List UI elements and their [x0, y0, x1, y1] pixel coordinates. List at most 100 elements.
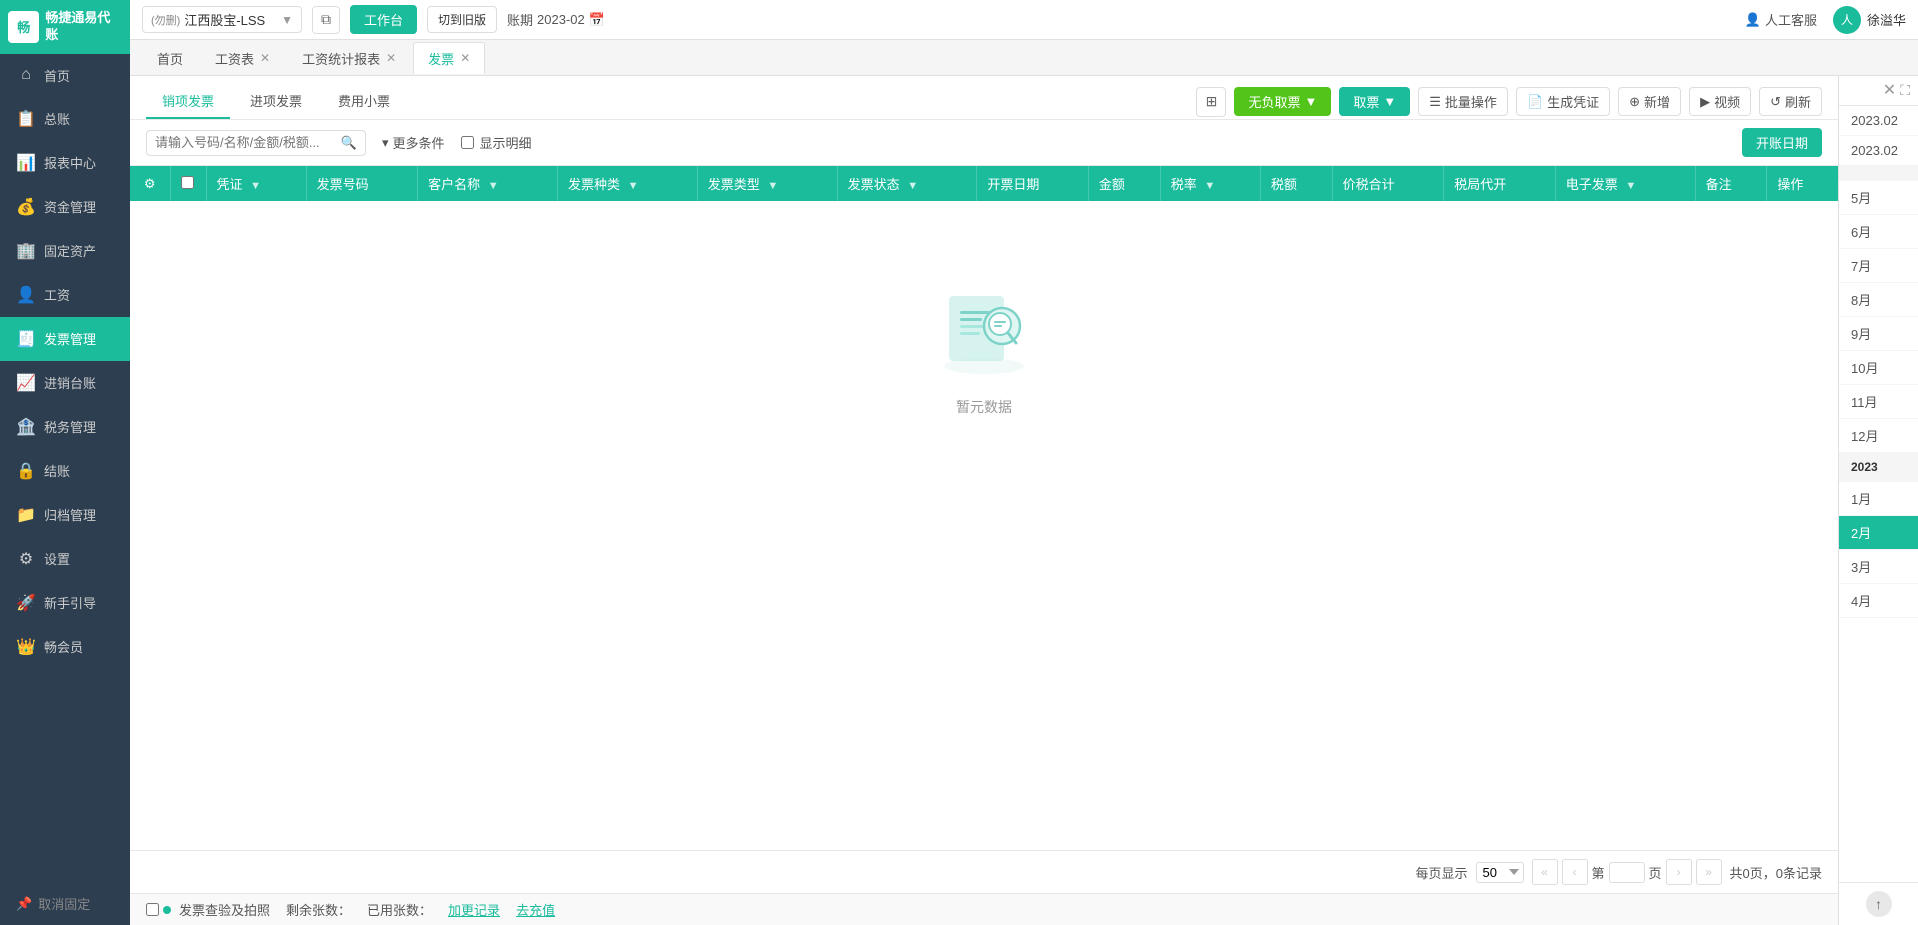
sidebar-item-close[interactable]: 🔒 结账 — [0, 449, 130, 493]
subtab-sales[interactable]: 销项发票 — [146, 84, 230, 119]
sidebar-unpin[interactable]: 📌 取消固定 — [0, 882, 130, 925]
company-selector[interactable]: (勿删) 江西股宝-LSS ▼ — [142, 6, 302, 33]
cat-filter-icon[interactable]: ▼ — [767, 180, 778, 192]
date-item-jun[interactable]: 6月 — [1839, 215, 1918, 249]
sidebar-item-sales[interactable]: 📈 进销台账 — [0, 361, 130, 405]
sidebar-item-member[interactable]: 👑 畅会员 — [0, 625, 130, 669]
tab-salary-stats-close[interactable]: ✕ — [386, 51, 396, 65]
th-voucher[interactable]: 凭证 ▼ — [206, 166, 306, 201]
more-filter-label: 更多条件 — [393, 133, 445, 152]
th-e-invoice[interactable]: 电子发票 ▼ — [1555, 166, 1695, 201]
sidebar-item-archive[interactable]: 📁 归档管理 — [0, 493, 130, 537]
tab-home[interactable]: 首页 — [142, 42, 198, 74]
sidebar-item-tax[interactable]: 🏦 税务管理 — [0, 405, 130, 449]
subtab-purchase[interactable]: 进项发票 — [234, 84, 318, 119]
search-input[interactable] — [155, 135, 335, 150]
th-invoice-status[interactable]: 发票状态 ▼ — [837, 166, 977, 201]
first-page-button[interactable]: « — [1532, 859, 1558, 885]
user-info[interactable]: 人 徐溢华 — [1833, 6, 1906, 34]
page-input[interactable]: 1 — [1609, 862, 1645, 883]
date-item-2023-02-dup[interactable]: 2023.02 — [1839, 136, 1918, 166]
tax-rate-filter-icon[interactable]: ▼ — [1204, 180, 1215, 192]
sidebar-item-guide[interactable]: 🚀 新手引导 — [0, 581, 130, 625]
sidebar-item-settings[interactable]: ⚙ 设置 — [0, 537, 130, 581]
date-item-aug[interactable]: 8月 — [1839, 283, 1918, 317]
open-period-button[interactable]: 开账日期 — [1742, 128, 1822, 157]
calendar-icon[interactable]: 📅 — [589, 12, 605, 28]
add-button[interactable]: ⊕ 新增 — [1618, 87, 1681, 116]
search-bar[interactable]: 🔍 — [146, 130, 366, 156]
date-item-jul[interactable]: 7月 — [1839, 249, 1918, 283]
get-ticket-button[interactable]: 取票 ▼ — [1339, 87, 1410, 116]
sidebar-label-report: 报表中心 — [44, 153, 96, 172]
refresh-icon: ↺ — [1770, 94, 1781, 110]
tab-salary-stats[interactable]: 工资统计报表 ✕ — [287, 42, 411, 74]
no-ticket-button[interactable]: 无负取票 ▼ — [1234, 87, 1331, 116]
e-invoice-filter-icon[interactable]: ▼ — [1625, 180, 1636, 192]
tab-salary-table-close[interactable]: ✕ — [260, 51, 270, 65]
th-tax-rate[interactable]: 税率 ▼ — [1160, 166, 1260, 201]
date-item-jan[interactable]: 1月 — [1839, 482, 1918, 516]
topbar-right: 👤 人工客服 人 徐溢华 — [1745, 6, 1906, 34]
type-filter-icon[interactable]: ▼ — [628, 180, 639, 192]
date-item-feb-active[interactable]: 2月 — [1839, 516, 1918, 550]
page-size-select[interactable]: 50 10 20 100 — [1476, 862, 1524, 883]
show-detail-checkbox[interactable] — [461, 136, 474, 149]
switch-version-button[interactable]: 切到旧版 — [427, 6, 497, 33]
date-panel-expand[interactable]: ⛶ — [1900, 82, 1910, 99]
voucher-filter-icon[interactable]: ▼ — [250, 180, 261, 192]
sidebar-item-salary[interactable]: 👤 工资 — [0, 273, 130, 317]
page-navigation: « ‹ 第 1 页 › » — [1532, 859, 1722, 885]
sidebar-item-invoice[interactable]: 🧾 发票管理 — [0, 317, 130, 361]
date-item-may[interactable]: 5月 — [1839, 181, 1918, 215]
next-page-button[interactable]: › — [1666, 859, 1692, 885]
refresh-button[interactable]: ↺ 刷新 — [1759, 87, 1822, 116]
status-filter-icon[interactable]: ▼ — [907, 180, 918, 192]
customer-filter-icon[interactable]: ▼ — [488, 180, 499, 192]
date-item-nov[interactable]: 11月 — [1839, 385, 1918, 419]
date-item-dec[interactable]: 12月 — [1839, 419, 1918, 453]
scroll-to-top-button[interactable]: ↑ — [1866, 891, 1892, 917]
sidebar-item-report[interactable]: 📊 报表中心 — [0, 141, 130, 185]
invoice-check-label[interactable]: 发票查验及拍照 — [146, 900, 270, 919]
th-customer[interactable]: 客户名称 ▼ — [418, 166, 558, 201]
show-detail-checkbox-label[interactable]: 显示明细 — [461, 133, 532, 152]
date-item-2023-02-top[interactable]: 2023.02 — [1839, 106, 1918, 136]
last-page-button[interactable]: » — [1696, 859, 1722, 885]
th-invoice-type[interactable]: 发票种类 ▼ — [557, 166, 697, 201]
sidebar-logo[interactable]: 畅 畅捷通易代账 — [0, 0, 130, 54]
sidebar-item-ledger[interactable]: 📋 总账 — [0, 97, 130, 141]
gen-voucher-button[interactable]: 📄 生成凭证 — [1516, 87, 1610, 116]
prev-page-button[interactable]: ‹ — [1562, 859, 1588, 885]
date-panel-bottom: ↑ — [1839, 882, 1918, 925]
add-record-link[interactable]: 加更记录 — [448, 900, 500, 919]
support-icon: 👤 — [1745, 12, 1761, 28]
date-panel-close[interactable]: ✕ — [1883, 83, 1896, 99]
tab-salary-table[interactable]: 工资表 ✕ — [200, 42, 285, 74]
sidebar-item-funds[interactable]: 💰 资金管理 — [0, 185, 130, 229]
sidebar-item-home[interactable]: ⌂ 首页 — [0, 54, 130, 97]
bulk-ops-button[interactable]: ☰ 批量操作 — [1418, 87, 1508, 116]
workspace-button[interactable]: 工作台 — [350, 5, 417, 34]
date-list: 2023.02 2023.02 5月 6月 7月 8月 9月 10月 11月 1… — [1839, 106, 1918, 882]
video-button[interactable]: ▶ 视频 — [1689, 87, 1751, 116]
th-settings[interactable]: ⚙ — [130, 166, 170, 201]
recharge-link[interactable]: 去充值 — [516, 900, 555, 919]
date-item-oct[interactable]: 10月 — [1839, 351, 1918, 385]
th-check[interactable] — [170, 166, 206, 201]
tab-invoice-close[interactable]: ✕ — [460, 51, 470, 65]
date-item-apr[interactable]: 4月 — [1839, 584, 1918, 618]
support-label: 人工客服 — [1765, 10, 1817, 29]
support-button[interactable]: 👤 人工客服 — [1745, 10, 1817, 29]
select-all-checkbox[interactable] — [181, 176, 194, 189]
subtab-expense[interactable]: 费用小票 — [322, 84, 406, 119]
copy-button[interactable]: ⧉ — [312, 6, 340, 34]
date-item-sep[interactable]: 9月 — [1839, 317, 1918, 351]
th-invoice-cat[interactable]: 发票类型 ▼ — [697, 166, 837, 201]
more-filter-button[interactable]: ▾ 更多条件 — [374, 129, 453, 156]
grid-settings-button[interactable]: ⊞ — [1196, 87, 1226, 117]
invoice-check-checkbox[interactable] — [146, 903, 159, 916]
sidebar-item-assets[interactable]: 🏢 固定资产 — [0, 229, 130, 273]
date-item-mar[interactable]: 3月 — [1839, 550, 1918, 584]
tab-invoice[interactable]: 发票 ✕ — [413, 42, 485, 74]
